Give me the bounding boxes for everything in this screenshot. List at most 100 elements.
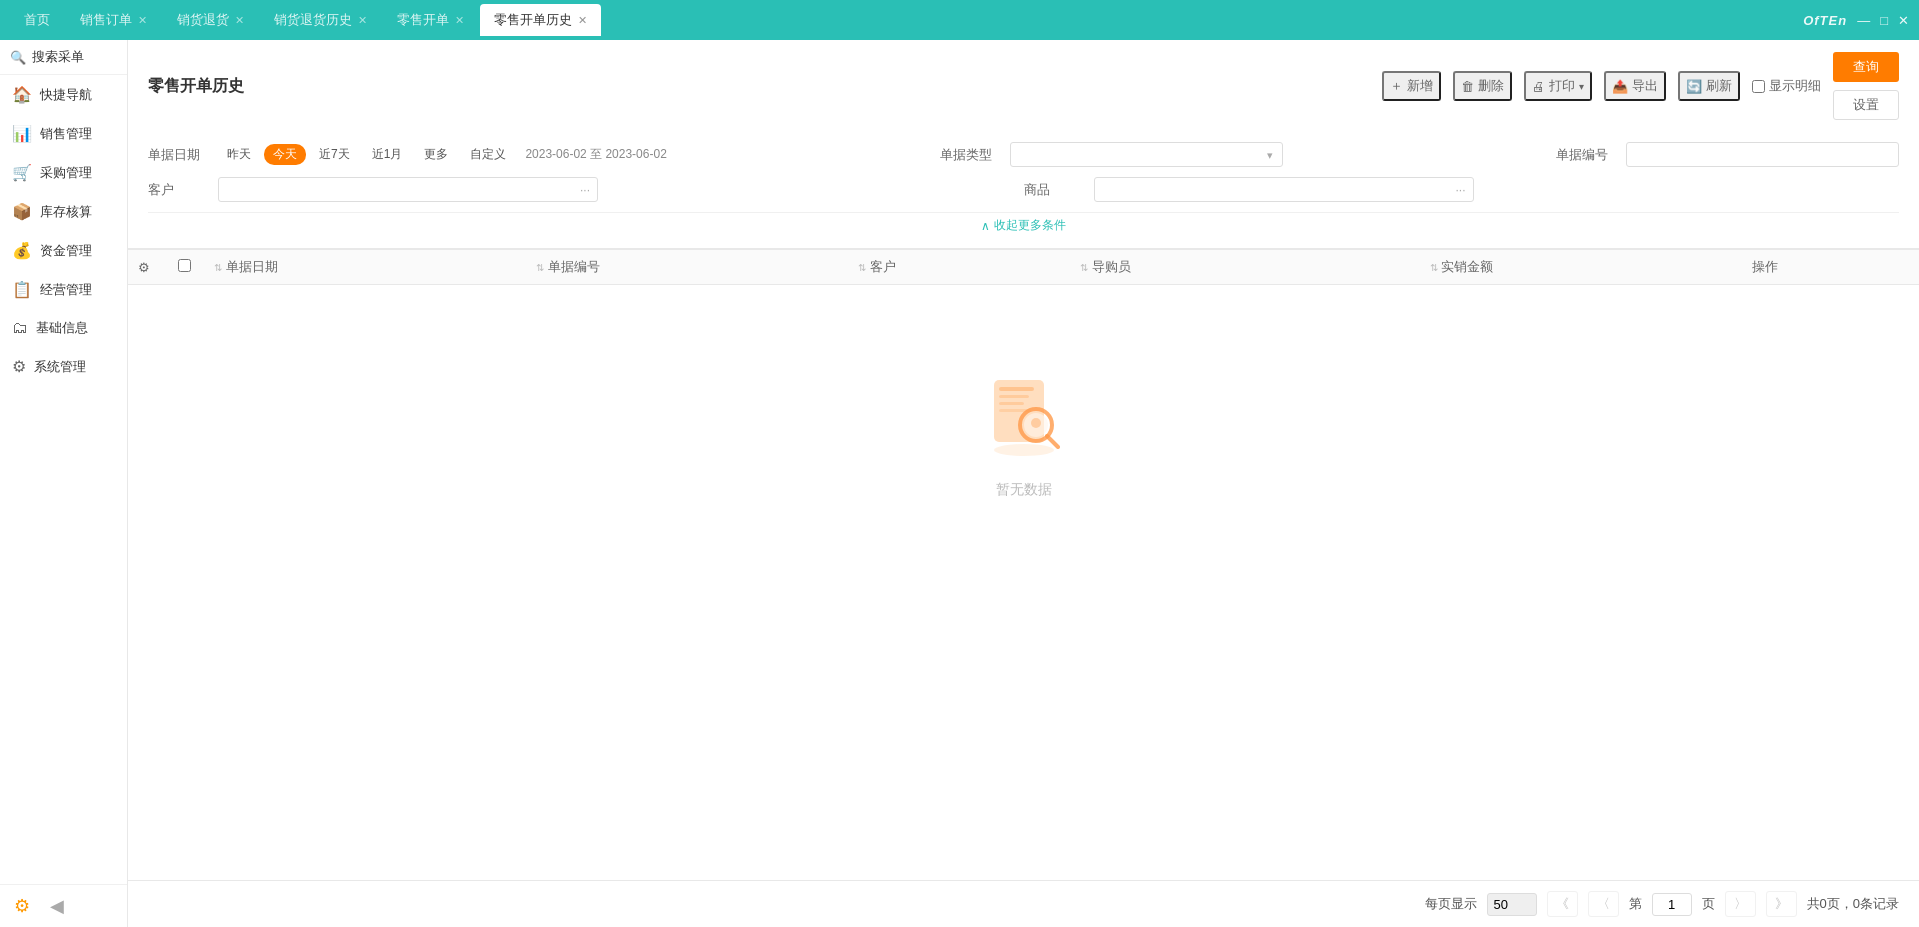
- svg-line-8: [1047, 436, 1058, 447]
- sidebar-item-purchase[interactable]: 🛒 采购管理: [0, 153, 127, 192]
- print-arrow-icon: ▾: [1579, 81, 1584, 92]
- filter-dates: 昨天 今天 近7天 近1月 更多 自定义 2023-06-02 至 2023-0…: [218, 143, 667, 166]
- th-guide-label: 导购员: [1092, 259, 1131, 274]
- show-detail-checkbox-wrap[interactable]: 显示明细: [1752, 77, 1821, 95]
- query-button[interactable]: 查询: [1833, 52, 1899, 82]
- show-detail-label: 显示明细: [1769, 77, 1821, 95]
- date-filter-label: 单据日期: [148, 146, 218, 164]
- customer-filter-label: 客户: [148, 181, 218, 199]
- page-next-button[interactable]: 〉: [1725, 891, 1756, 917]
- tab-sales-order-label: 销售订单: [80, 11, 132, 29]
- th-guide: ⇅ 导购员: [1070, 250, 1342, 285]
- th-code-sort-icon[interactable]: ⇅: [536, 262, 544, 273]
- print-button[interactable]: 🖨 打印 ▾: [1524, 71, 1592, 101]
- tab-retail-history[interactable]: 零售开单历史 ✕: [480, 4, 601, 36]
- th-date-sort-icon[interactable]: ⇅: [214, 262, 222, 273]
- refresh-label: 刷新: [1706, 77, 1732, 95]
- tab-return[interactable]: 销货退货 ✕: [163, 4, 258, 36]
- th-date: ⇅ 单据日期: [204, 250, 526, 285]
- column-settings-icon[interactable]: ⚙: [138, 260, 150, 275]
- goods-filter-label: 商品: [1024, 181, 1094, 199]
- goods-filter-input[interactable]: [1094, 177, 1474, 202]
- filter-row-date: 单据日期 昨天 今天 近7天 近1月 更多 自定义 2023-06-02 至 2…: [148, 142, 1899, 167]
- inventory-icon: 📦: [12, 202, 32, 221]
- brand-text: OfTEn: [1803, 13, 1847, 28]
- main-content: 零售开单历史 ＋ 新增 🗑 删除 🖨 打印 ▾: [128, 40, 1919, 927]
- page-prev-button[interactable]: 〈: [1588, 891, 1619, 917]
- app-body: 🔍 搜索采单 🏠 快捷导航 📊 销售管理 🛒 采购管理 📦 库存核算 💰 资金管…: [0, 40, 1919, 927]
- tab-return-history[interactable]: 销货退货历史 ✕: [260, 4, 381, 36]
- empty-text: 暂无数据: [996, 481, 1052, 499]
- print-label: 打印: [1549, 77, 1575, 95]
- tab-return-close[interactable]: ✕: [235, 14, 244, 27]
- code-filter-input[interactable]: [1626, 142, 1899, 167]
- sidebar-item-basic-label: 基础信息: [36, 319, 88, 337]
- sidebar-item-inventory[interactable]: 📦 库存核算: [0, 192, 127, 231]
- date-btn-7days[interactable]: 近7天: [310, 143, 359, 166]
- window-minimize[interactable]: —: [1857, 13, 1870, 28]
- per-page-select[interactable]: 10 20 50 100: [1487, 893, 1537, 916]
- per-page-label: 每页显示: [1425, 895, 1477, 913]
- tab-home-label: 首页: [24, 11, 50, 29]
- page-label-text: 第: [1629, 895, 1642, 913]
- th-amount-sort-icon[interactable]: ⇅: [1430, 262, 1438, 273]
- sidebar-item-finance[interactable]: 💰 资金管理: [0, 231, 127, 270]
- setting-button[interactable]: 设置: [1833, 90, 1899, 120]
- th-amount-label: 实销金额: [1441, 259, 1493, 274]
- sidebar-item-basic[interactable]: 🗂 基础信息: [0, 309, 127, 347]
- sidebar-item-sales[interactable]: 📊 销售管理: [0, 114, 127, 153]
- page-first-button[interactable]: 《: [1547, 891, 1578, 917]
- sidebar-item-system-label: 系统管理: [34, 358, 86, 376]
- add-button[interactable]: ＋ 新增: [1382, 71, 1441, 101]
- tab-sales-order[interactable]: 销售订单 ✕: [66, 4, 161, 36]
- th-code: ⇅ 单据编号: [526, 250, 848, 285]
- empty-illustration: [974, 365, 1074, 465]
- sidebar-item-operation[interactable]: 📋 经营管理: [0, 270, 127, 309]
- window-close[interactable]: ✕: [1898, 13, 1909, 28]
- show-detail-checkbox[interactable]: [1752, 80, 1765, 93]
- th-customer-sort-icon[interactable]: ⇅: [858, 262, 866, 273]
- sales-icon: 📊: [12, 124, 32, 143]
- export-icon: 📤: [1612, 79, 1628, 94]
- collapse-sidebar-icon[interactable]: ◀: [50, 895, 64, 917]
- tab-return-history-close[interactable]: ✕: [358, 14, 367, 27]
- tab-retail-history-close[interactable]: ✕: [578, 14, 587, 27]
- sidebar-item-purchase-label: 采购管理: [40, 164, 92, 182]
- total-text: 共0页，0条记录: [1807, 895, 1899, 913]
- window-maximize[interactable]: □: [1880, 13, 1888, 28]
- customer-filter-input[interactable]: [218, 177, 598, 202]
- settings-bottom-icon[interactable]: ⚙: [14, 895, 30, 917]
- date-btn-today[interactable]: 今天: [264, 144, 306, 165]
- empty-state: 暂无数据: [128, 285, 1919, 579]
- delete-button[interactable]: 🗑 删除: [1453, 71, 1512, 101]
- page-last-button[interactable]: 》: [1766, 891, 1797, 917]
- tab-retail[interactable]: 零售开单 ✕: [383, 4, 478, 36]
- refresh-button[interactable]: 🔄 刷新: [1678, 71, 1740, 101]
- date-btn-1month[interactable]: 近1月: [363, 143, 412, 166]
- select-all-checkbox[interactable]: [178, 259, 191, 272]
- sidebar-item-nav-label: 快捷导航: [40, 86, 92, 104]
- th-guide-sort-icon[interactable]: ⇅: [1080, 262, 1088, 273]
- tab-home[interactable]: 首页: [10, 4, 64, 36]
- collapse-button[interactable]: ∧ 收起更多条件: [981, 217, 1066, 234]
- tab-retail-close[interactable]: ✕: [455, 14, 464, 27]
- basic-icon: 🗂: [12, 319, 28, 337]
- data-table: ⚙ ⇅ 单据日期 ⇅ 单据编号: [128, 249, 1919, 285]
- date-btn-yesterday[interactable]: 昨天: [218, 143, 260, 166]
- customer-filter-wrap: ···: [218, 177, 598, 202]
- th-settings: ⚙: [128, 250, 168, 285]
- sidebar-item-nav[interactable]: 🏠 快捷导航: [0, 75, 127, 114]
- sidebar-item-system[interactable]: ⚙ 系统管理: [0, 347, 127, 386]
- date-btn-more[interactable]: 更多: [415, 143, 457, 166]
- add-icon: ＋: [1390, 77, 1403, 95]
- type-filter-label: 单据类型: [940, 146, 1010, 164]
- sidebar-search[interactable]: 🔍 搜索采单: [0, 40, 127, 75]
- export-button[interactable]: 📤 导出: [1604, 71, 1666, 101]
- page-number-input[interactable]: [1652, 893, 1692, 916]
- page-title: 零售开单历史: [148, 76, 244, 97]
- date-btn-custom[interactable]: 自定义: [461, 143, 515, 166]
- tab-sales-order-close[interactable]: ✕: [138, 14, 147, 27]
- delete-icon: 🗑: [1461, 79, 1474, 94]
- th-code-label: 单据编号: [548, 259, 600, 274]
- type-filter-select[interactable]: [1010, 142, 1283, 167]
